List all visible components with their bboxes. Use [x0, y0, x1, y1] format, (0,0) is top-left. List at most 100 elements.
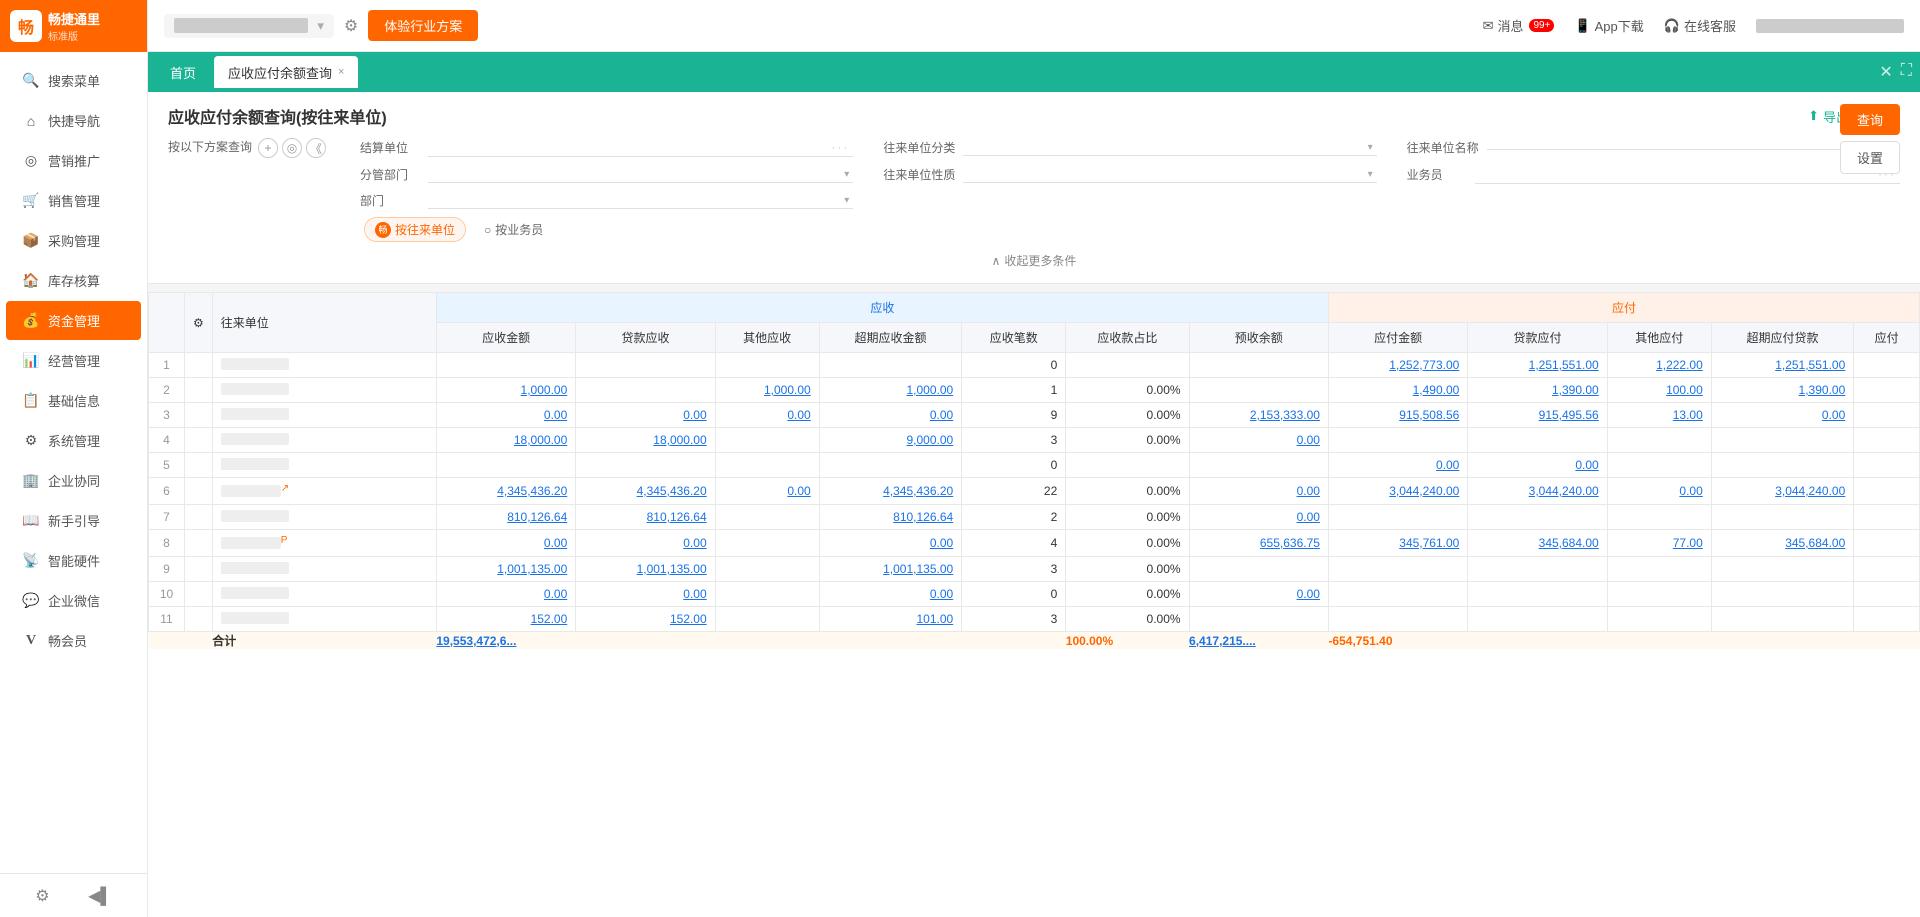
sidebar-item-finance[interactable]: 💰 资金管理	[6, 301, 141, 340]
sidebar-item-search[interactable]: 🔍 搜索菜单	[6, 61, 141, 100]
sidebar-item-purchase[interactable]: 📦 采购管理	[6, 221, 141, 260]
row-ap_loan[interactable]: 3,044,240.00	[1468, 478, 1607, 505]
salesperson-input[interactable]: ···	[1475, 165, 1900, 184]
row-ap_loan[interactable]: 1,390.00	[1468, 378, 1607, 403]
trial-btn[interactable]: 体验行业方案	[368, 10, 478, 41]
row-ar_loan[interactable]: 0.00	[576, 403, 715, 428]
row-ar_loan[interactable]: 0.00	[576, 582, 715, 607]
row-ar_overdue[interactable]: 9,000.00	[819, 428, 961, 453]
row-pre_receipt[interactable]: 0.00	[1189, 428, 1328, 453]
sidebar-item-enterprise[interactable]: 🏢 企业协同	[6, 461, 141, 500]
row-ap_amount[interactable]: 345,761.00	[1328, 530, 1467, 557]
topbar-settings-icon[interactable]: ⚙	[344, 16, 358, 36]
row-ap_overdue[interactable]: 1,390.00	[1711, 378, 1853, 403]
sidebar-item-marketing[interactable]: ◎ 营销推广	[6, 141, 141, 180]
row-ar_amount[interactable]: 18,000.00	[436, 428, 575, 453]
row-ar_overdue[interactable]: 1,000.00	[819, 378, 961, 403]
row-ar_loan[interactable]: 18,000.00	[576, 428, 715, 453]
partner-category-input[interactable]: ▾	[963, 140, 1376, 156]
row-ar_amount[interactable]: 0.00	[436, 403, 575, 428]
row-ar_overdue[interactable]: 0.00	[819, 582, 961, 607]
sidebar-item-guide[interactable]: 📖 新手引导	[6, 501, 141, 540]
row-pre_receipt[interactable]: 0.00	[1189, 478, 1328, 505]
messages-btn[interactable]: ✉ 消息 99+	[1483, 16, 1555, 35]
row-ar_amount[interactable]: 1,001,135.00	[436, 557, 575, 582]
row-ap_loan[interactable]: 1,251,551.00	[1468, 353, 1607, 378]
row-pre_receipt[interactable]: 0.00	[1189, 582, 1328, 607]
row-ap_overdue[interactable]: 3,044,240.00	[1711, 478, 1853, 505]
sidebar-item-quick-nav[interactable]: ⌂ 快捷导航	[6, 101, 141, 140]
row-ar_overdue[interactable]: 101.00	[819, 607, 961, 632]
tab-home[interactable]: 首页	[156, 56, 210, 88]
sidebar-item-member[interactable]: V 畅会员	[6, 621, 141, 660]
row-ap_amount[interactable]: 0.00	[1328, 453, 1467, 478]
scheme-salesperson-btn[interactable]: ○ 按业务员	[474, 218, 553, 241]
row-ar_amount[interactable]: 0.00	[436, 530, 575, 557]
row-ap_loan[interactable]: 345,684.00	[1468, 530, 1607, 557]
maximize-btn[interactable]: ⛶	[1901, 62, 1912, 82]
row-ap_other[interactable]: 1,222.00	[1607, 353, 1711, 378]
scheme-partner-btn[interactable]: 畅 按往来单位	[364, 217, 466, 242]
partner-name-input[interactable]	[1487, 145, 1900, 150]
row-ar_loan[interactable]: 1,001,135.00	[576, 557, 715, 582]
customer-service-btn[interactable]: 🎧 在线客服	[1664, 16, 1736, 35]
row-ar_loan[interactable]: 0.00	[576, 530, 715, 557]
tab-close-btn[interactable]: ×	[338, 66, 344, 78]
dept-input[interactable]: ▾	[428, 167, 853, 183]
row-ar_amount[interactable]: 1,000.00	[436, 378, 575, 403]
table-wrap[interactable]: ⚙ 往来单位 应收 应付 应收金额 贷款应收 其他应收 超期应收金额 应收笔数 …	[148, 292, 1920, 917]
row-ap_amount[interactable]: 915,508.56	[1328, 403, 1467, 428]
row-ar_other[interactable]: 0.00	[715, 478, 819, 505]
row-ar_overdue[interactable]: 1,001,135.00	[819, 557, 961, 582]
row-ar_other[interactable]: 1,000.00	[715, 378, 819, 403]
row-ar_overdue[interactable]: 0.00	[819, 530, 961, 557]
row-ap_other[interactable]: 13.00	[1607, 403, 1711, 428]
row-ap_other[interactable]: 0.00	[1607, 478, 1711, 505]
row-ar_overdue[interactable]: 0.00	[819, 403, 961, 428]
company-name[interactable]: ████████ ▾	[164, 14, 334, 38]
row-ap_overdue[interactable]: 0.00	[1711, 403, 1853, 428]
subdept-input[interactable]: ▾	[428, 193, 853, 209]
sidebar-item-operations[interactable]: 📊 经营管理	[6, 341, 141, 380]
collapse-more-btn[interactable]: ∧ 收起更多条件	[992, 252, 1077, 269]
tab-active[interactable]: 应收应付余额查询 ×	[214, 56, 358, 88]
sidebar-item-hardware[interactable]: 📡 智能硬件	[6, 541, 141, 580]
row-ap_overdue[interactable]: 1,251,551.00	[1711, 353, 1853, 378]
filter-target-btn[interactable]: ◎	[282, 138, 302, 158]
row-ar_loan[interactable]: 4,345,436.20	[576, 478, 715, 505]
settlement-unit-input[interactable]: ···	[428, 138, 853, 157]
row-pre_receipt[interactable]: 0.00	[1189, 505, 1328, 530]
sidebar-item-inventory[interactable]: 🏠 库存核算	[6, 261, 141, 300]
row-ap_amount[interactable]: 3,044,240.00	[1328, 478, 1467, 505]
row-pre_receipt[interactable]: 2,153,333.00	[1189, 403, 1328, 428]
app-download-btn[interactable]: 📱 App下载	[1574, 16, 1643, 35]
row-ar_other[interactable]: 0.00	[715, 403, 819, 428]
row-pre_receipt[interactable]: 655,636.75	[1189, 530, 1328, 557]
row-ap_loan[interactable]: 915,495.56	[1468, 403, 1607, 428]
row-ar_amount[interactable]: 0.00	[436, 582, 575, 607]
row-ar_amount[interactable]: 810,126.64	[436, 505, 575, 530]
row-ap_other[interactable]: 100.00	[1607, 378, 1711, 403]
partner-type-input[interactable]: ▾	[963, 167, 1376, 183]
row-ar_overdue[interactable]: 4,345,436.20	[819, 478, 961, 505]
row-ap_amount[interactable]: 1,490.00	[1328, 378, 1467, 403]
filter-collapse-btn[interactable]: 《	[306, 138, 326, 158]
col-settings[interactable]: ⚙	[185, 293, 213, 353]
row-ar_overdue[interactable]: 810,126.64	[819, 505, 961, 530]
settings-footer-btn[interactable]: ⚙	[35, 886, 49, 906]
row-ap_amount[interactable]: 1,252,773.00	[1328, 353, 1467, 378]
row-ar_loan[interactable]: 152.00	[576, 607, 715, 632]
set-btn[interactable]: 设置	[1840, 141, 1900, 174]
close-window-btn[interactable]: ✕	[1879, 62, 1892, 82]
filter-add-btn[interactable]: +	[258, 138, 278, 158]
row-ar_loan[interactable]: 810,126.64	[576, 505, 715, 530]
row-ar_amount[interactable]: 4,345,436.20	[436, 478, 575, 505]
row-ap_loan[interactable]: 0.00	[1468, 453, 1607, 478]
sidebar-item-wechat[interactable]: 💬 企业微信	[6, 581, 141, 620]
row-ar_amount[interactable]: 152.00	[436, 607, 575, 632]
collapse-sidebar-btn[interactable]: ◀▌	[88, 886, 112, 906]
sidebar-item-system[interactable]: ⚙ 系统管理	[6, 421, 141, 460]
sidebar-item-sales[interactable]: 🛒 销售管理	[6, 181, 141, 220]
sidebar-item-basic[interactable]: 📋 基础信息	[6, 381, 141, 420]
query-btn[interactable]: 查询	[1840, 104, 1900, 135]
